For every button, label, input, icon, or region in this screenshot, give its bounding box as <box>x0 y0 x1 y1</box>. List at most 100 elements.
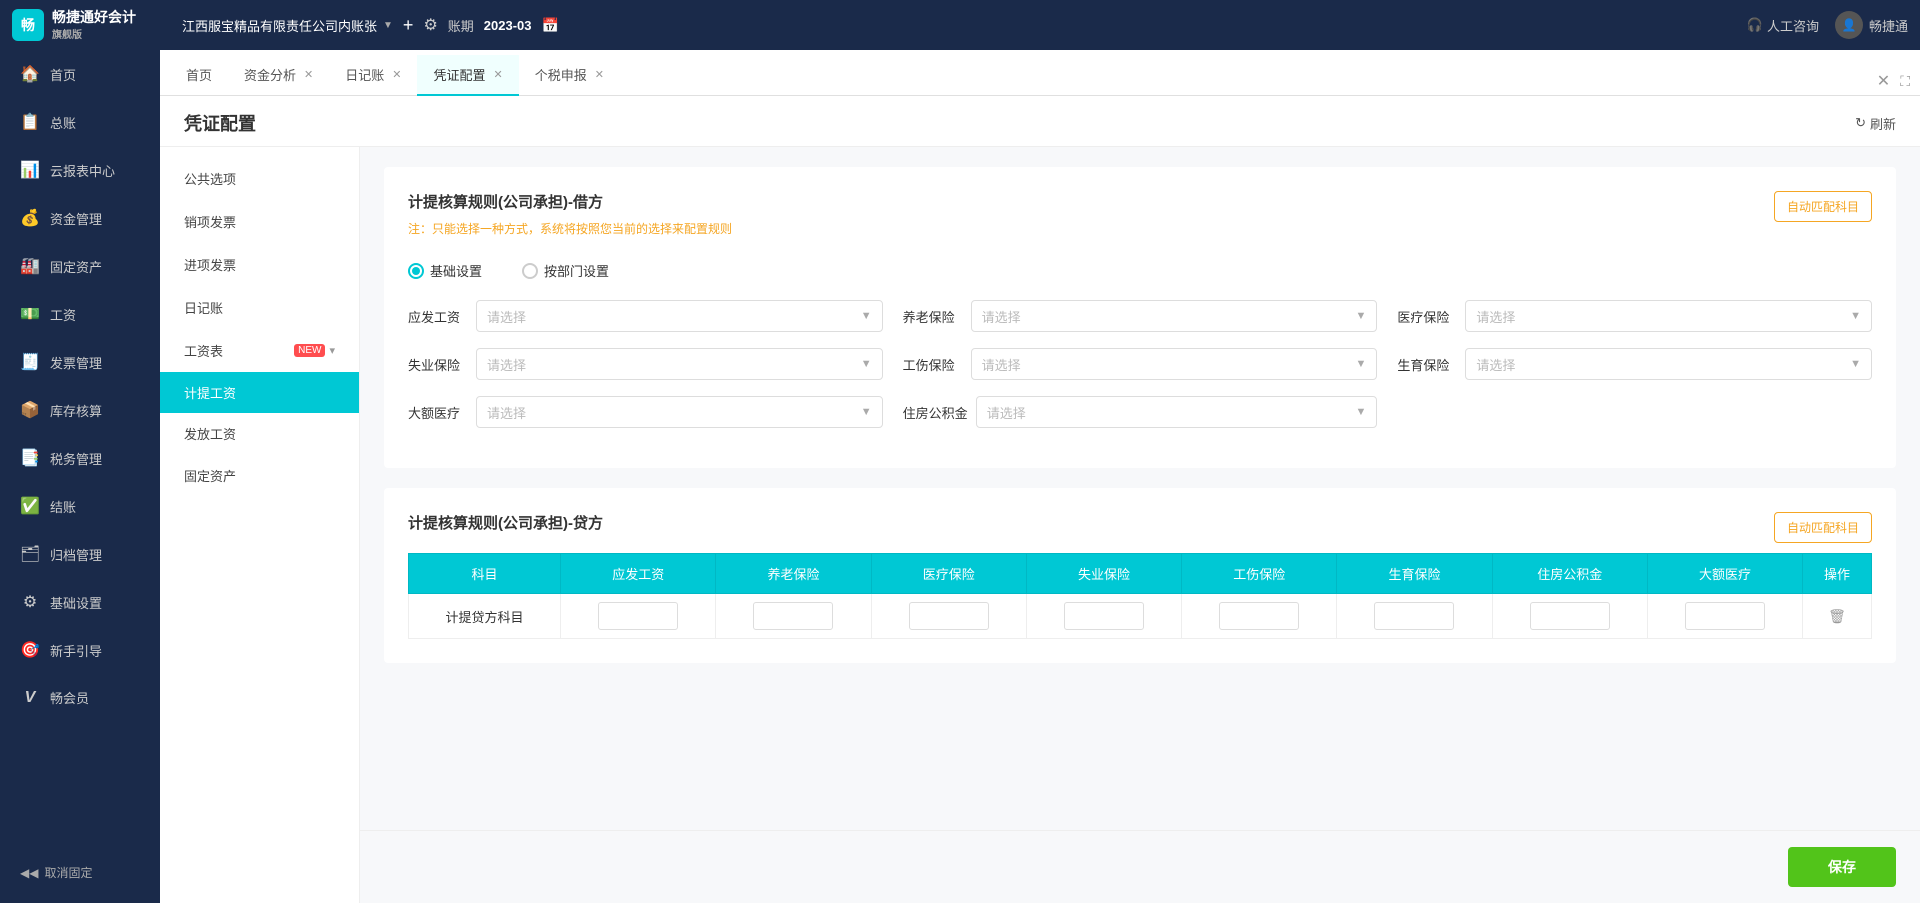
nav-sales-invoice[interactable]: 销项发票 <box>160 200 359 243</box>
maternity-label: 生育保险 <box>1397 355 1457 374</box>
td-large-medical-input[interactable] <box>1647 594 1802 639</box>
large-medical-select[interactable]: 请选择 ▼ <box>476 396 883 428</box>
credit-table: 科目 应发工资 养老保险 医疗保险 失业保险 工伤保险 生育保险 住房公积金 大… <box>408 553 1872 639</box>
nav-fixed-assets[interactable]: 固定资产 <box>160 454 359 497</box>
delete-row-icon[interactable]: 🗑 <box>1828 608 1846 624</box>
medical-label: 医疗保险 <box>1397 307 1457 326</box>
housing-fund-select[interactable]: 请选择 ▼ <box>976 396 1378 428</box>
close-tax-tab-button[interactable]: ✕ <box>595 68 604 81</box>
company-chevron-icon: ▼ <box>383 20 393 31</box>
medical-placeholder: 请选择 <box>1476 307 1515 326</box>
pension-arrow-icon: ▼ <box>1355 310 1366 322</box>
arrow-left-icon: ◀◀ <box>20 866 38 880</box>
close-all-icon[interactable]: ✕ <box>1877 71 1890 91</box>
add-account-button[interactable]: + <box>403 15 414 36</box>
sidebar-item-funds[interactable]: 💰 资金管理 <box>0 194 160 242</box>
support-button[interactable]: 🎧 人工咨询 <box>1747 16 1819 35</box>
nav-public-options[interactable]: 公共选项 <box>160 157 359 200</box>
input-pension[interactable] <box>753 602 833 630</box>
radio-basic-setting[interactable]: 基础设置 <box>408 261 482 280</box>
nav-journal[interactable]: 日记账 <box>160 286 359 329</box>
sidebar-item-ledger[interactable]: 📋 总账 <box>0 98 160 146</box>
sidebar-item-closing[interactable]: ✅ 结账 <box>0 482 160 530</box>
sidebar-item-home[interactable]: 🏠 首页 <box>0 50 160 98</box>
tab-bar: 首页 资金分析 ✕ 日记账 ✕ 凭证配置 ✕ 个税申报 ✕ ✕ ⛶ <box>160 50 1920 96</box>
maternity-select[interactable]: 请选择 ▼ <box>1465 348 1872 380</box>
refresh-button[interactable]: ↻ 刷新 <box>1855 114 1896 133</box>
sidebar-item-inventory[interactable]: 📦 库存核算 <box>0 386 160 434</box>
td-gross-salary-input[interactable] <box>561 594 716 639</box>
nav-pay-salary[interactable]: 发放工资 <box>160 413 359 454</box>
tab-voucher-config[interactable]: 凭证配置 ✕ <box>417 55 518 96</box>
nav-payroll-sheet[interactable]: 工资表 NEW ▾ <box>160 329 359 372</box>
nav-accrue-salary[interactable]: 计提工资 <box>160 372 359 413</box>
credit-section: 计提核算规则(公司承担)-贷方 自动匹配科目 科目 应发工资 养老保险 医疗保险 <box>384 488 1896 663</box>
credit-auto-match-button[interactable]: 自动匹配科目 <box>1774 512 1872 543</box>
main-layout: 🏠 首页 📋 总账 📊 云报表中心 💰 资金管理 🏭 固定资产 💵 工资 🧾 发… <box>0 50 1920 903</box>
save-button[interactable]: 保存 <box>1788 847 1896 887</box>
td-medical-input[interactable] <box>871 594 1026 639</box>
cancel-fixed-label: 取消固定 <box>44 864 92 881</box>
input-work-injury[interactable] <box>1219 602 1299 630</box>
close-journal-tab-button[interactable]: ✕ <box>392 68 401 81</box>
top-bar: 畅 畅捷通好会计 旗舰版 江西服宝精品有限责任公司内账张 ▼ + ⚙ 账期 20… <box>0 0 1920 50</box>
tab-funds-analysis[interactable]: 资金分析 ✕ <box>228 55 329 96</box>
input-unemployment[interactable] <box>1064 602 1144 630</box>
td-unemployment-input[interactable] <box>1026 594 1181 639</box>
input-housing-fund[interactable] <box>1530 602 1610 630</box>
input-medical[interactable] <box>909 602 989 630</box>
sidebar-item-archive[interactable]: 🗂 归档管理 <box>0 530 160 578</box>
th-operation: 操作 <box>1803 554 1872 594</box>
work-injury-select[interactable]: 请选择 ▼ <box>971 348 1378 380</box>
td-pension-input[interactable] <box>716 594 871 639</box>
th-maternity: 生育保险 <box>1337 554 1492 594</box>
sidebar-item-invoice[interactable]: 🧾 发票管理 <box>0 338 160 386</box>
sidebar-label-member: 畅会员 <box>50 688 89 707</box>
sidebar-item-member[interactable]: V 畅会员 <box>0 674 160 721</box>
sidebar-item-salary[interactable]: 💵 工资 <box>0 290 160 338</box>
pension-label: 养老保险 <box>903 307 963 326</box>
debit-auto-match-button[interactable]: 自动匹配科目 <box>1774 191 1872 222</box>
td-housing-fund-input[interactable] <box>1492 594 1647 639</box>
new-badge: NEW <box>294 344 325 357</box>
gross-salary-select[interactable]: 请选择 ▼ <box>476 300 883 332</box>
radio-dept-setting[interactable]: 按部门设置 <box>522 261 609 280</box>
tab-label-tax: 个税申报 <box>535 65 587 84</box>
close-funds-tab-button[interactable]: ✕ <box>304 68 313 81</box>
main-content: 计提核算规则(公司承担)-借方 注：只能选择一种方式，系统将按照您当前的选择来配… <box>360 147 1920 830</box>
medical-select[interactable]: 请选择 ▼ <box>1465 300 1872 332</box>
user-area[interactable]: 👤 畅捷通 <box>1835 11 1908 39</box>
expand-icon[interactable]: ⛶ <box>1900 73 1910 90</box>
sidebar-item-tax[interactable]: 📑 税务管理 <box>0 434 160 482</box>
ledger-icon: 📋 <box>20 112 40 132</box>
sidebar-item-reports[interactable]: 📊 云报表中心 <box>0 146 160 194</box>
close-voucher-tab-button[interactable]: ✕ <box>494 68 503 81</box>
reports-icon: 📊 <box>20 160 40 180</box>
field-work-injury: 工伤保险 请选择 ▼ <box>903 348 1378 380</box>
td-delete[interactable]: 🗑 <box>1803 594 1872 639</box>
tab-tax[interactable]: 个税申报 ✕ <box>519 55 620 96</box>
unemployment-select[interactable]: 请选择 ▼ <box>476 348 883 380</box>
sidebar-label-fixed-assets: 固定资产 <box>50 257 102 276</box>
tab-journal[interactable]: 日记账 ✕ <box>329 55 417 96</box>
sidebar-item-fixed-assets[interactable]: 🏭 固定资产 <box>0 242 160 290</box>
settings-icon[interactable]: ⚙ <box>423 15 437 35</box>
cancel-fixed-button[interactable]: ◀◀ 取消固定 <box>0 852 160 893</box>
input-gross-salary[interactable] <box>598 602 678 630</box>
sidebar-label-reports: 云报表中心 <box>50 161 115 180</box>
company-selector[interactable]: 江西服宝精品有限责任公司内账张 ▼ <box>182 16 393 35</box>
sidebar-item-settings[interactable]: ⚙ 基础设置 <box>0 578 160 626</box>
input-maternity[interactable] <box>1374 602 1454 630</box>
input-large-medical[interactable] <box>1685 602 1765 630</box>
calendar-icon[interactable]: 📅 <box>542 17 559 34</box>
nav-purchase-invoice[interactable]: 进项发票 <box>160 243 359 286</box>
large-medical-placeholder: 请选择 <box>487 403 526 422</box>
radio-dept-label: 按部门设置 <box>544 261 609 280</box>
tab-home[interactable]: 首页 <box>170 55 228 96</box>
sidebar-item-guide[interactable]: 🎯 新手引导 <box>0 626 160 674</box>
pension-select[interactable]: 请选择 ▼ <box>971 300 1378 332</box>
sidebar-label-guide: 新手引导 <box>50 641 102 660</box>
td-maternity-input[interactable] <box>1337 594 1492 639</box>
invoice-icon: 🧾 <box>20 352 40 372</box>
td-work-injury-input[interactable] <box>1182 594 1337 639</box>
